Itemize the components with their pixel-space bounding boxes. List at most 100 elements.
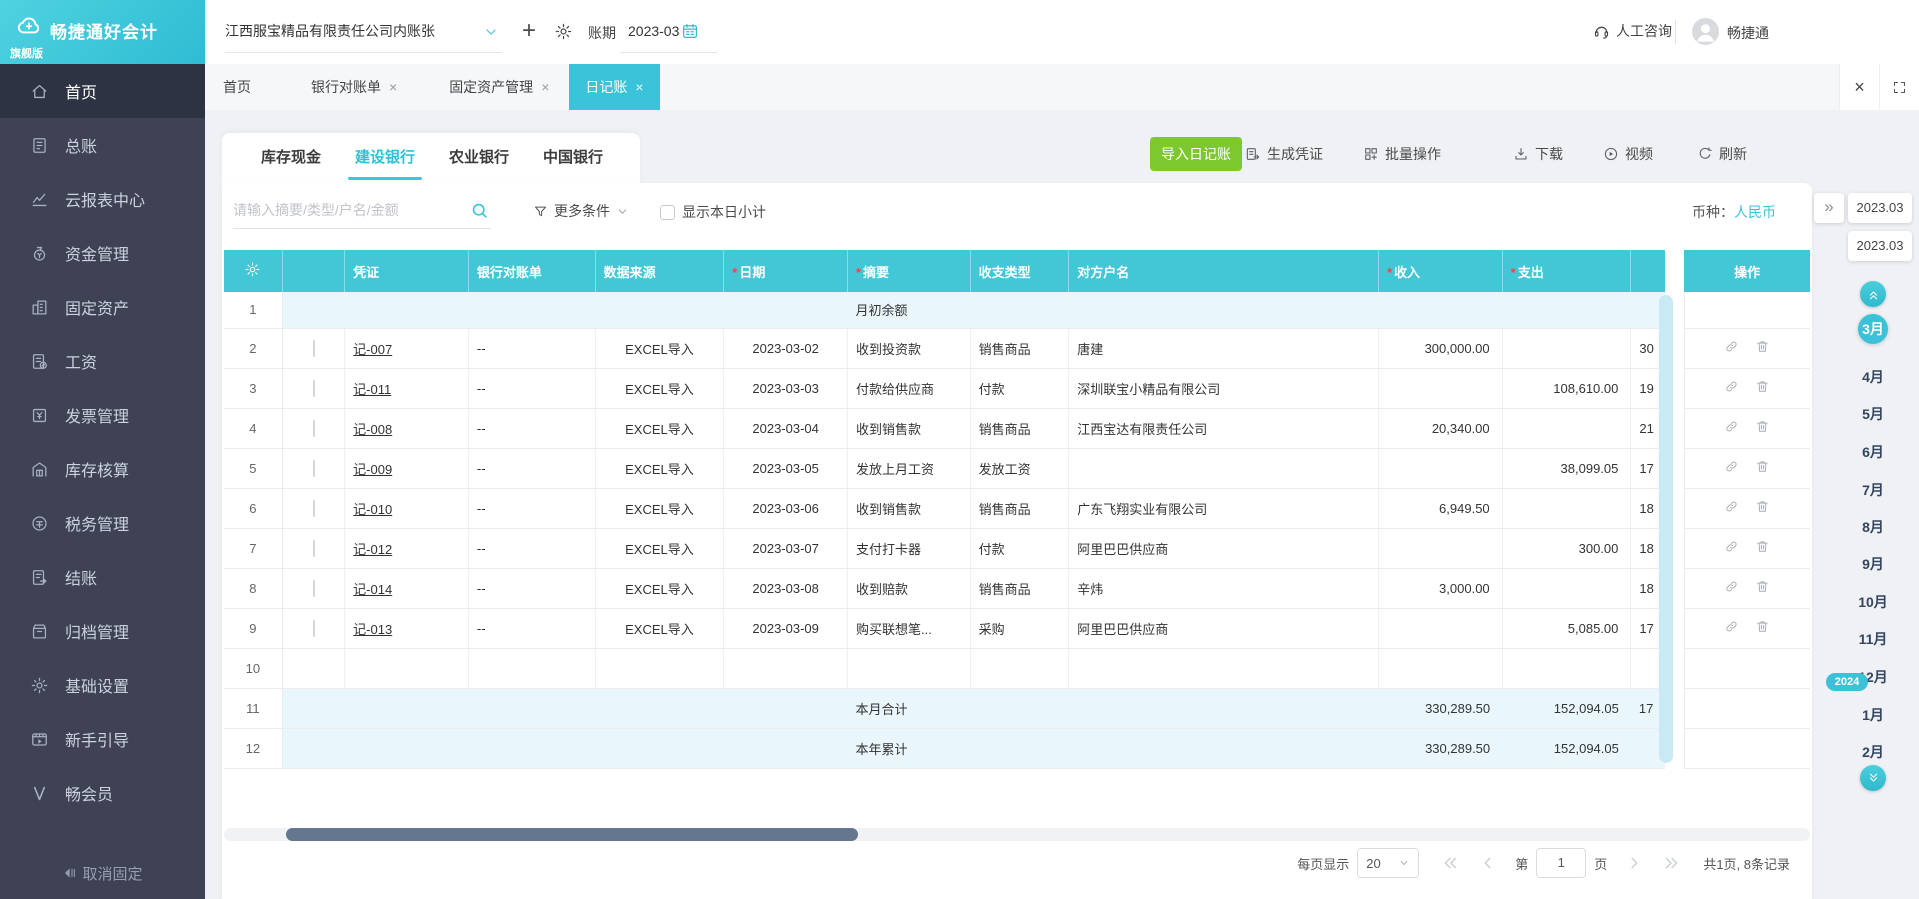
row-checkbox[interactable] xyxy=(312,579,315,597)
voucher-link[interactable]: 记-014 xyxy=(353,582,392,597)
link-icon[interactable] xyxy=(1724,499,1739,514)
close-tab-icon[interactable]: × xyxy=(389,79,397,95)
vertical-scrollbar-thumb[interactable] xyxy=(1659,295,1673,763)
sidebar-item-基础设置[interactable]: 基础设置 xyxy=(0,658,205,712)
link-icon[interactable] xyxy=(1724,419,1739,434)
link-icon[interactable] xyxy=(1724,379,1739,394)
sidebar-item-库存核算[interactable]: 库存核算 xyxy=(0,442,205,496)
month-item-7月[interactable]: 7月 xyxy=(1833,475,1913,505)
month-item-3月[interactable]: 3月 xyxy=(1833,314,1913,344)
month-item-11月[interactable]: 11月 xyxy=(1833,624,1913,654)
sidebar-item-资金管理[interactable]: 资金管理 xyxy=(0,226,205,280)
username[interactable]: 畅捷通 xyxy=(1727,23,1769,43)
month-item-6月[interactable]: 6月 xyxy=(1833,437,1913,467)
toolbar-refresh-button[interactable]: 刷新 xyxy=(1697,137,1747,171)
link-icon[interactable] xyxy=(1724,619,1739,634)
row-checkbox[interactable] xyxy=(312,339,315,357)
month-item-4月[interactable]: 4月 xyxy=(1833,362,1913,392)
sidebar-item-税务管理[interactable]: 税务管理 xyxy=(0,496,205,550)
sidebar-item-畅会员[interactable]: 畅会员 xyxy=(0,766,205,820)
sidebar-item-固定资产[interactable]: 固定资产 xyxy=(0,280,205,334)
month-item-5月[interactable]: 5月 xyxy=(1833,399,1913,429)
link-icon[interactable] xyxy=(1724,579,1739,594)
close-tabs-button[interactable]: × xyxy=(1839,64,1879,110)
row-checkbox[interactable] xyxy=(312,379,315,397)
show-daily-subtotal-toggle[interactable]: 显示本日小计 xyxy=(660,202,766,222)
row-checkbox[interactable] xyxy=(312,459,315,477)
month-item-1月[interactable]: 1月 xyxy=(1833,700,1913,730)
scroll-months-down-button[interactable] xyxy=(1860,765,1886,791)
chevron-down-icon[interactable] xyxy=(483,24,499,40)
account-tab-中国银行[interactable]: 中国银行 xyxy=(528,133,618,183)
unpin-sidebar-button[interactable]: 取消固定 xyxy=(0,855,205,891)
last-page-button[interactable] xyxy=(1661,852,1683,874)
voucher-link[interactable]: 记-012 xyxy=(353,542,392,557)
sidebar-item-发票管理[interactable]: 发票管理 xyxy=(0,388,205,442)
voucher-link[interactable]: 记-011 xyxy=(353,382,391,397)
account-tab-建设银行[interactable]: 建设银行 xyxy=(340,133,430,183)
period-box-bottom[interactable]: 2023.03 xyxy=(1848,231,1912,261)
voucher-link[interactable]: 记-010 xyxy=(353,502,392,517)
expand-month-panel-button[interactable]: » xyxy=(1814,193,1844,223)
sidebar-item-结账[interactable]: 结账 xyxy=(0,550,205,604)
document-tab-首页[interactable]: 首页 xyxy=(207,64,267,110)
month-item-2月[interactable]: 2月 xyxy=(1833,737,1913,767)
trash-icon[interactable] xyxy=(1755,539,1770,554)
import-journal-button[interactable]: 导入日记账 xyxy=(1150,137,1242,171)
fullscreen-button[interactable] xyxy=(1879,64,1919,110)
close-tab-icon[interactable]: × xyxy=(635,79,643,95)
trash-icon[interactable] xyxy=(1755,499,1770,514)
month-item-9月[interactable]: 9月 xyxy=(1833,549,1913,579)
sidebar-item-总账[interactable]: 总账 xyxy=(0,118,205,172)
toolbar-voucher-button[interactable]: 生成凭证 xyxy=(1245,137,1323,171)
select-all-header[interactable] xyxy=(282,250,346,292)
horizontal-scrollbar-thumb[interactable] xyxy=(286,828,858,841)
sidebar-item-新手引导[interactable]: 新手引导 xyxy=(0,712,205,766)
scroll-months-up-button[interactable] xyxy=(1860,281,1886,307)
row-checkbox[interactable] xyxy=(312,419,315,437)
sidebar-item-工资[interactable]: 工资 xyxy=(0,334,205,388)
voucher-link[interactable]: 记-009 xyxy=(353,462,392,477)
toolbar-batch-button[interactable]: 批量操作 xyxy=(1363,137,1441,171)
voucher-link[interactable]: 记-013 xyxy=(353,622,392,637)
company-selector[interactable]: 江西服宝精品有限责任公司内账张 xyxy=(225,21,435,41)
next-page-button[interactable] xyxy=(1623,852,1645,874)
row-checkbox[interactable] xyxy=(312,499,315,517)
month-item-8月[interactable]: 8月 xyxy=(1833,512,1913,542)
toolbar-video-button[interactable]: 视频 xyxy=(1603,137,1653,171)
trash-icon[interactable] xyxy=(1755,579,1770,594)
document-tab-银行对账单[interactable]: 银行对账单 × xyxy=(295,64,413,110)
trash-icon[interactable] xyxy=(1755,379,1770,394)
column-settings-header[interactable] xyxy=(224,250,283,292)
first-page-button[interactable] xyxy=(1439,852,1461,874)
trash-icon[interactable] xyxy=(1755,339,1770,354)
sidebar-item-云报表中心[interactable]: 云报表中心 xyxy=(0,172,205,226)
row-checkbox[interactable] xyxy=(312,619,315,637)
trash-icon[interactable] xyxy=(1755,459,1770,474)
account-tab-农业银行[interactable]: 农业银行 xyxy=(434,133,524,183)
row-checkbox[interactable] xyxy=(312,539,315,557)
horizontal-scrollbar[interactable] xyxy=(224,828,1810,841)
prev-page-button[interactable] xyxy=(1477,852,1499,874)
more-conditions-button[interactable]: 更多条件 xyxy=(533,201,629,221)
trash-icon[interactable] xyxy=(1755,619,1770,634)
daily-subtotal-checkbox[interactable] xyxy=(660,204,675,220)
toolbar-download-button[interactable]: 下载 xyxy=(1513,137,1563,171)
currency-value[interactable]: 人民币 xyxy=(1734,204,1776,220)
per-page-select[interactable]: 20 xyxy=(1357,848,1420,878)
gear-icon[interactable] xyxy=(554,22,573,41)
avatar[interactable] xyxy=(1692,18,1719,45)
month-item-10月[interactable]: 10月 xyxy=(1833,587,1913,617)
account-tab-库存现金[interactable]: 库存现金 xyxy=(246,133,336,183)
sidebar-item-归档管理[interactable]: 归档管理 xyxy=(0,604,205,658)
document-tab-日记账[interactable]: 日记账 × xyxy=(569,64,660,110)
search-input[interactable] xyxy=(233,193,458,227)
link-icon[interactable] xyxy=(1724,539,1739,554)
voucher-link[interactable]: 记-008 xyxy=(353,422,392,437)
add-account-button[interactable]: + xyxy=(516,18,542,44)
search-icon[interactable] xyxy=(470,201,489,220)
sidebar-item-首页[interactable]: 首页 xyxy=(0,64,205,118)
link-icon[interactable] xyxy=(1724,339,1739,354)
document-tab-固定资产管理[interactable]: 固定资产管理 × xyxy=(433,64,565,110)
close-tab-icon[interactable]: × xyxy=(541,79,549,95)
